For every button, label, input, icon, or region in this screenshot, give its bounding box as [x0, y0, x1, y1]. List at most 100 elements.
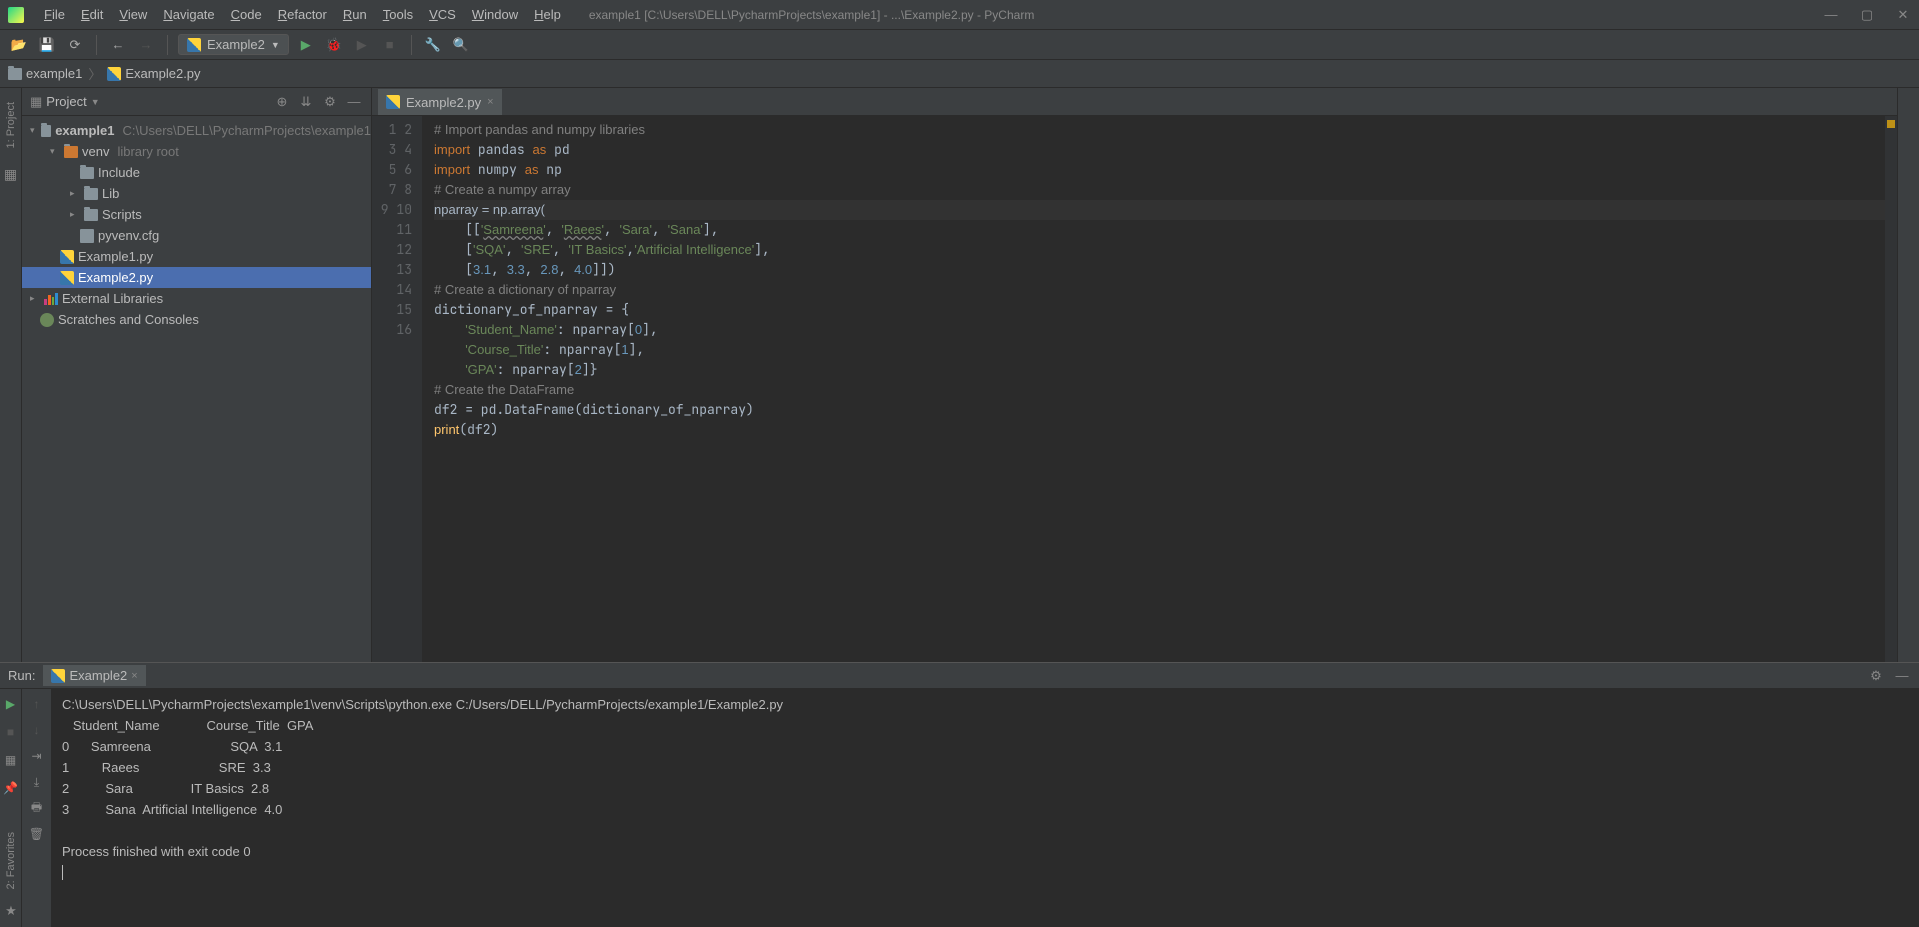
menu-run[interactable]: Run [335, 7, 375, 22]
line-numbers: 1 2 3 4 5 6 7 8 9 10 11 12 13 14 15 16 [372, 116, 422, 662]
editor-area: Example2.py × 1 2 3 4 5 6 7 8 9 10 11 12… [372, 88, 1897, 662]
python-file-icon [386, 95, 400, 109]
chevron-down-icon[interactable] [30, 125, 37, 136]
tree-example1-py[interactable]: Example1.py [22, 246, 371, 267]
code-editor[interactable]: # Import pandas and numpy libraries impo… [422, 116, 1885, 662]
stop-icon[interactable]: ■ [379, 34, 401, 56]
forward-icon[interactable]: → [135, 34, 157, 56]
search-icon[interactable]: 🔍 [450, 34, 472, 56]
menu-code[interactable]: Code [223, 7, 270, 22]
folder-icon [80, 167, 94, 179]
menu-edit[interactable]: Edit [73, 7, 111, 22]
menu-view[interactable]: View [111, 7, 155, 22]
pycharm-logo-icon [8, 7, 24, 23]
stop-icon[interactable]: ■ [2, 723, 20, 741]
run-config-label: Example2 [207, 37, 265, 52]
pin-icon[interactable]: 📌 [2, 779, 20, 797]
menu-navigate[interactable]: Navigate [155, 7, 222, 22]
down-icon[interactable]: ↓ [28, 721, 46, 739]
run-icon[interactable]: ▶ [295, 34, 317, 56]
scratch-icon [40, 313, 54, 327]
file-icon [80, 229, 94, 243]
breadcrumb-root[interactable]: example1 [8, 66, 82, 81]
project-view-selector[interactable]: ▦ Project ▼ [30, 94, 100, 110]
tree-include[interactable]: Include [22, 162, 371, 183]
close-icon[interactable]: ✕ [1895, 7, 1911, 23]
coverage-icon[interactable]: ▶ [351, 34, 373, 56]
tree-root[interactable]: example1 C:\Users\DELL\PycharmProjects\e… [22, 120, 371, 141]
maximize-icon[interactable]: ▢ [1859, 7, 1875, 23]
folder-icon [8, 68, 22, 80]
tree-example2-py[interactable]: Example2.py [22, 267, 371, 288]
menu-file[interactable]: File [36, 7, 73, 22]
up-icon[interactable]: ↑ [28, 695, 46, 713]
folder-icon [84, 188, 98, 200]
hide-icon[interactable]: — [1893, 667, 1911, 685]
navigation-bar: example1 〉 Example2.py [0, 60, 1919, 88]
hide-icon[interactable]: — [345, 93, 363, 111]
locate-icon[interactable]: ⊕ [273, 93, 291, 111]
run-tab-example2[interactable]: Example2 × [43, 665, 145, 686]
menu-tools[interactable]: Tools [375, 7, 421, 22]
window-title: example1 [C:\Users\DELL\PycharmProjects\… [589, 8, 1035, 22]
python-file-icon [60, 250, 74, 264]
folder-icon [41, 125, 51, 137]
editor-tab-example2[interactable]: Example2.py × [378, 89, 502, 115]
dropdown-icon: ▼ [271, 40, 280, 50]
tree-scripts[interactable]: Scripts [22, 204, 371, 225]
main-menu: FileEditViewNavigateCodeRefactorRunTools… [36, 7, 569, 22]
run-config-selector[interactable]: Example2 ▼ [178, 34, 289, 55]
menu-refactor[interactable]: Refactor [270, 7, 335, 22]
project-tool-tab[interactable]: 1: Project [3, 96, 19, 154]
tree-scratches[interactable]: Scratches and Consoles [22, 309, 371, 330]
save-all-icon[interactable]: 💾 [36, 34, 58, 56]
menu-help[interactable]: Help [526, 7, 569, 22]
chevron-down-icon[interactable] [50, 146, 60, 157]
rerun-icon[interactable]: ▶ [2, 695, 20, 713]
chevron-right-icon[interactable] [30, 293, 40, 304]
scroll-to-end-icon[interactable]: ⤓ [28, 773, 46, 791]
tree-venv[interactable]: venv library root [22, 141, 371, 162]
run-actions-console: ↑ ↓ ⇥ ⤓ 🖶 🗑 [22, 689, 52, 927]
refresh-icon[interactable]: ⟳ [64, 34, 86, 56]
run-label: Run: [8, 668, 35, 683]
bottom-left-strip: 2: Favorites ★ [0, 826, 22, 927]
error-stripe[interactable] [1885, 116, 1897, 662]
console-output[interactable]: C:\Users\DELL\PycharmProjects\example1\v… [52, 689, 1919, 927]
star-icon[interactable]: ★ [5, 903, 17, 919]
library-icon [44, 293, 58, 305]
close-tab-icon[interactable]: × [131, 670, 137, 682]
tree-lib[interactable]: Lib [22, 183, 371, 204]
close-tab-icon[interactable]: × [487, 96, 493, 108]
project-panel: ▦ Project ▼ ⊕ ⇊ ⚙ — example1 C:\Users\DE… [22, 88, 372, 662]
back-icon[interactable]: ← [107, 34, 129, 56]
structure-icon[interactable]: ▦ [4, 166, 17, 183]
open-icon[interactable]: 📂 [8, 34, 30, 56]
clear-icon[interactable]: 🗑 [28, 825, 46, 843]
chevron-right-icon[interactable] [70, 188, 80, 199]
menu-window[interactable]: Window [464, 7, 526, 22]
print-icon[interactable]: 🖶 [28, 799, 46, 817]
wrench-icon[interactable]: 🔧 [422, 34, 444, 56]
folder-icon [84, 209, 98, 221]
python-icon [51, 669, 65, 683]
run-tool-window: Run: Example2 × ⚙ — ▶ ■ ▦ 📌 ↑ ↓ ⇥ ⤓ 🖶 🗑 … [0, 662, 1919, 927]
editor-tabs: Example2.py × [372, 88, 1897, 116]
debug-icon[interactable]: 🐞 [323, 34, 345, 56]
project-tree[interactable]: example1 C:\Users\DELL\PycharmProjects\e… [22, 116, 371, 662]
menu-vcs[interactable]: VCS [421, 7, 464, 22]
settings-gear-icon[interactable]: ⚙ [1867, 667, 1885, 685]
python-file-icon [107, 67, 121, 81]
python-icon [187, 38, 201, 52]
tree-external-libs[interactable]: External Libraries [22, 288, 371, 309]
collapse-all-icon[interactable]: ⇊ [297, 93, 315, 111]
favorites-tool-tab[interactable]: 2: Favorites [3, 826, 19, 895]
breadcrumb-file[interactable]: Example2.py [107, 66, 200, 81]
chevron-right-icon[interactable] [70, 209, 80, 220]
settings-gear-icon[interactable]: ⚙ [321, 93, 339, 111]
minimize-icon[interactable]: — [1823, 7, 1839, 23]
soft-wrap-icon[interactable]: ⇥ [28, 747, 46, 765]
tree-pyvenv[interactable]: pyvenv.cfg [22, 225, 371, 246]
python-file-icon [60, 271, 74, 285]
layout-icon[interactable]: ▦ [2, 751, 20, 769]
